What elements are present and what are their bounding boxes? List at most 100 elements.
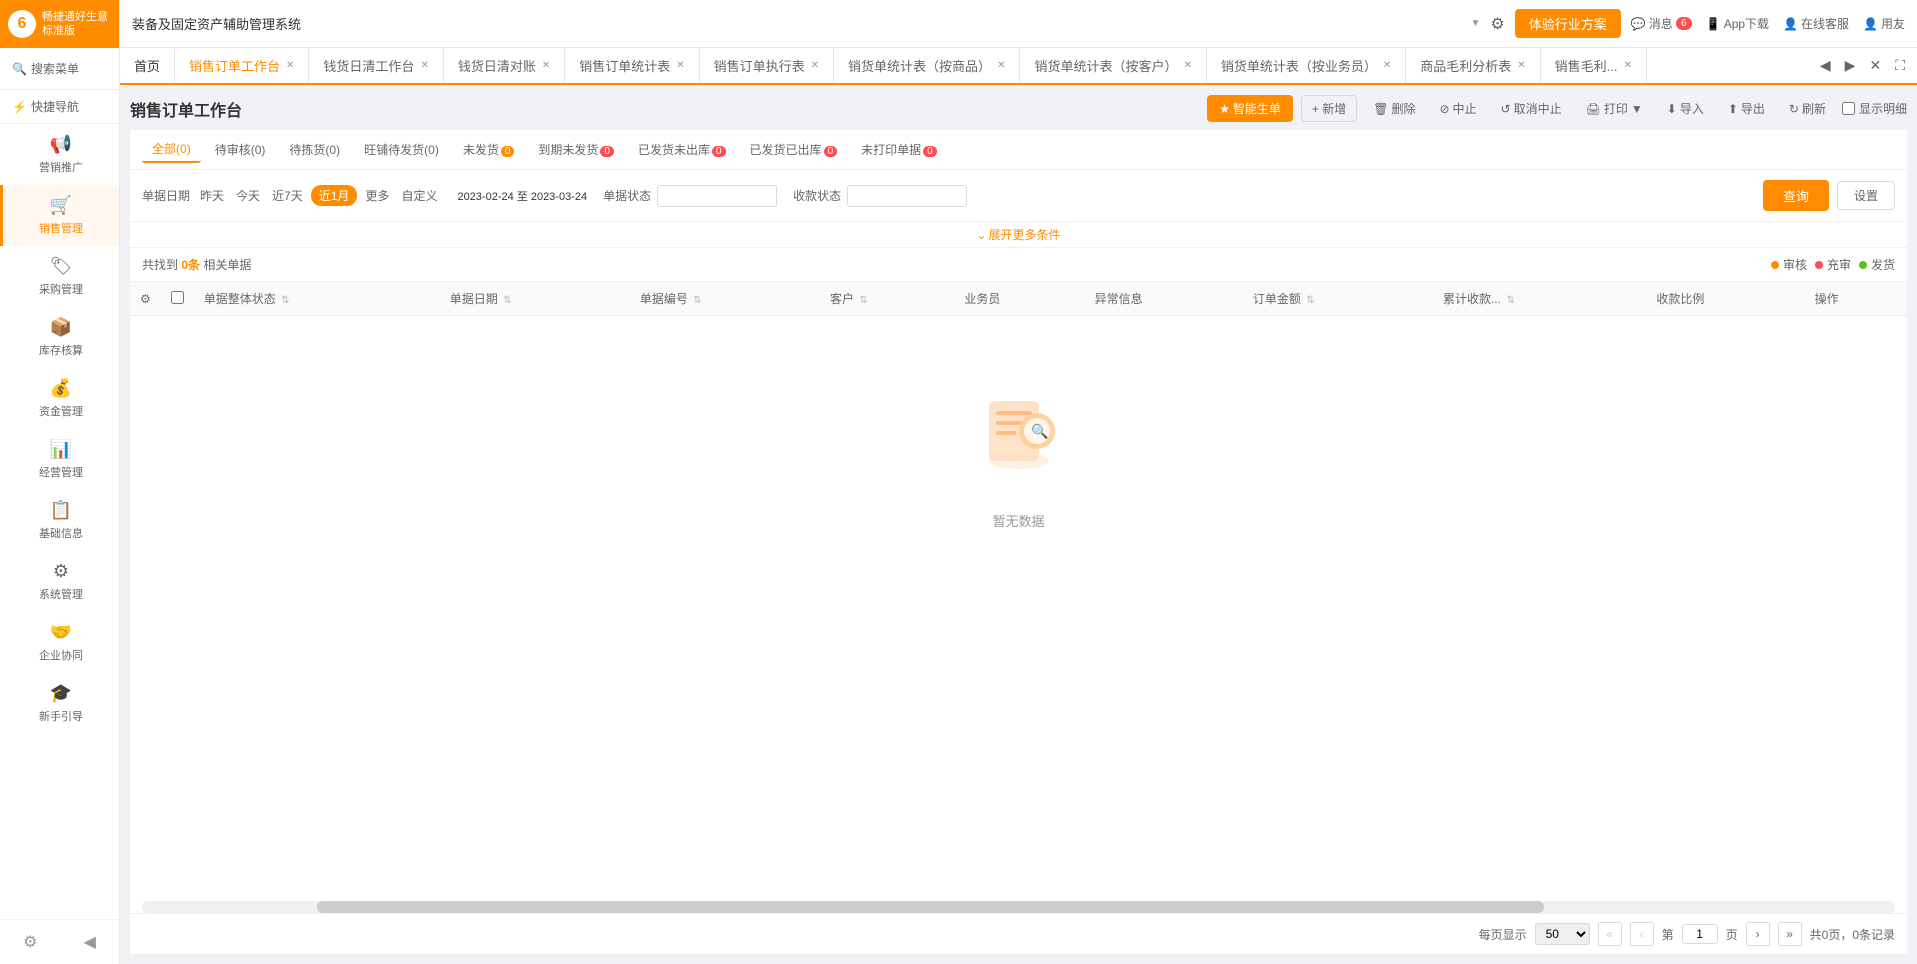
tab-scroll-right-button[interactable]: ▶: [1839, 53, 1862, 78]
sort-customer[interactable]: ⇅: [859, 295, 867, 306]
system-dropdown-icon[interactable]: ▼: [1471, 18, 1481, 29]
checkbox-all-header[interactable]: [161, 282, 194, 316]
export-button[interactable]: ⬆ 导出: [1720, 96, 1773, 121]
filter-tab-expired-not-shipped[interactable]: 到期未发货0: [528, 137, 624, 162]
tab-close-sales-workbench[interactable]: ✕: [286, 60, 294, 71]
tab-home[interactable]: 首页: [120, 48, 175, 83]
filter-tab-all[interactable]: 全部(0): [142, 136, 201, 163]
tab-sales-customer[interactable]: 销货单统计表（按客户） ✕: [1020, 48, 1206, 83]
sidebar-item-operations[interactable]: 📊 经营管理: [0, 429, 119, 490]
per-page-select[interactable]: 50 10 20 100: [1535, 923, 1590, 945]
tab-close-sales-stats[interactable]: ✕: [676, 60, 684, 71]
sidebar-item-basic-info[interactable]: 📋 基础信息: [0, 490, 119, 551]
horizontal-scrollbar[interactable]: [142, 901, 1895, 913]
online-service-button[interactable]: 👤 在线客服: [1783, 15, 1849, 32]
sidebar-settings-button[interactable]: ⚙: [15, 928, 45, 956]
date-custom[interactable]: 自定义: [397, 185, 441, 206]
sidebar-item-system[interactable]: ⚙ 系统管理: [0, 551, 119, 612]
scroll-thumb[interactable]: [317, 901, 1544, 913]
tab-close-all-button[interactable]: ✕: [1863, 53, 1887, 78]
tab-close-sales-staff[interactable]: ✕: [1383, 60, 1391, 71]
tab-close-sales-product[interactable]: ✕: [997, 60, 1005, 71]
sidebar-item-inventory[interactable]: 📦 库存核算: [0, 307, 119, 368]
app-download-button[interactable]: 📱 App下载: [1706, 15, 1769, 32]
new-order-button[interactable]: + 新增: [1301, 95, 1357, 122]
show-detail-checkbox[interactable]: [1842, 102, 1855, 115]
filter-tab-pending-inspect[interactable]: 待拣货(0): [279, 137, 350, 162]
date-more[interactable]: 更多: [361, 185, 393, 206]
sidebar-item-sales[interactable]: 🛒 销售管理: [0, 185, 119, 246]
sort-status[interactable]: ⇅: [281, 295, 289, 306]
first-page-button[interactable]: «: [1598, 922, 1622, 946]
import-icon: ⬇: [1667, 102, 1677, 116]
select-all-checkbox[interactable]: [171, 291, 184, 304]
date-yesterday[interactable]: 昨天: [196, 185, 228, 206]
tab-close-cash-reconcile[interactable]: ✕: [542, 60, 550, 71]
tab-close-sales-exec[interactable]: ✕: [811, 60, 819, 71]
last-page-button[interactable]: »: [1778, 922, 1802, 946]
import-button[interactable]: ⬇ 导入: [1659, 96, 1712, 121]
tab-bar: 首页 销售订单工作台 ✕ 钱货日清工作台 ✕ 钱货日清对账 ✕ 销售订单统计表 …: [120, 48, 1917, 85]
filter-tab-shipped-out[interactable]: 已发货已出库0: [740, 137, 848, 162]
smart-create-button[interactable]: ★ 智能生单: [1207, 95, 1293, 122]
tab-gross-analysis[interactable]: 商品毛利分析表 ✕: [1406, 48, 1540, 83]
tab-sales-workbench[interactable]: 销售订单工作台 ✕: [175, 48, 309, 85]
settings-button[interactable]: 设置: [1837, 181, 1895, 210]
ship-quick-button[interactable]: 发货: [1859, 256, 1895, 273]
show-detail-label[interactable]: 显示明细: [1842, 100, 1907, 117]
sort-number[interactable]: ⇅: [693, 295, 701, 306]
filter-tab-shipped-not-out[interactable]: 已发货未出库0: [628, 137, 736, 162]
next-page-button[interactable]: ›: [1746, 922, 1770, 946]
payment-select[interactable]: [847, 185, 967, 207]
column-settings[interactable]: ⚙: [130, 282, 161, 316]
sidebar-item-guide[interactable]: 🎓 新手引导: [0, 673, 119, 734]
date-today[interactable]: 今天: [232, 185, 264, 206]
filter-tab-not-printed[interactable]: 未打印单据0: [851, 137, 947, 162]
cancel-stop-button[interactable]: ↺ 取消中止: [1493, 96, 1570, 121]
sidebar-item-finance[interactable]: 💰 资金管理: [0, 368, 119, 429]
delete-button[interactable]: 🗑 删除: [1365, 96, 1423, 121]
sidebar-item-marketing[interactable]: 📢 营销推广: [0, 124, 119, 185]
tab-fullscreen-button[interactable]: ⛶: [1889, 53, 1911, 78]
print-button[interactable]: 🖨 打印 ▼: [1578, 96, 1651, 121]
sort-date[interactable]: ⇅: [503, 295, 511, 306]
cancel-audit-quick-button[interactable]: 充审: [1815, 256, 1851, 273]
tab-sales-stats[interactable]: 销售订单统计表 ✕: [565, 48, 699, 83]
filter-tab-wangpu[interactable]: 旺铺待发货(0): [354, 137, 449, 162]
tab-scroll-left-button[interactable]: ◀: [1814, 53, 1837, 78]
date-7days[interactable]: 近7天: [268, 185, 307, 206]
filter-tab-pending-review[interactable]: 待审核(0): [205, 137, 276, 162]
status-select[interactable]: [657, 185, 777, 207]
audit-quick-button[interactable]: 审核: [1771, 256, 1807, 273]
sort-amount[interactable]: ⇅: [1306, 295, 1314, 306]
top-header: 装备及固定资产辅助管理系统 ▼ ⚙ 体验行业方案 💬 消息 6 📱 App下载 …: [120, 0, 1917, 48]
user-menu-button[interactable]: 👤 用友: [1863, 15, 1905, 32]
tab-sales-staff[interactable]: 销货单统计表（按业务员） ✕: [1207, 48, 1406, 83]
filter-tab-not-shipped[interactable]: 未发货0: [453, 137, 525, 162]
expand-more-conditions-button[interactable]: ⌄ 展开更多条件: [976, 226, 1060, 243]
tab-sales-exec[interactable]: 销售订单执行表 ✕: [700, 48, 834, 83]
tab-close-sales-customer[interactable]: ✕: [1183, 60, 1191, 71]
query-button[interactable]: 查询: [1763, 180, 1829, 211]
search-menu-button[interactable]: 🔍 搜索菜单: [6, 56, 113, 81]
quick-nav-button[interactable]: ⚡ 快捷导航: [6, 94, 113, 119]
sort-collected[interactable]: ⇅: [1506, 295, 1514, 306]
tab-sales-product[interactable]: 销货单统计表（按商品） ✕: [834, 48, 1020, 83]
stop-button[interactable]: ⊘ 中止: [1431, 96, 1484, 121]
prev-page-button[interactable]: ‹: [1630, 922, 1654, 946]
tab-cash-reconcile[interactable]: 钱货日清对账 ✕: [444, 48, 565, 83]
refresh-button[interactable]: ↻ 刷新: [1781, 96, 1834, 121]
message-button[interactable]: 💬 消息 6: [1631, 15, 1692, 32]
tab-cash-daily[interactable]: 钱货日清工作台 ✕: [309, 48, 443, 83]
page-number-input[interactable]: [1682, 924, 1718, 944]
header-gear-button[interactable]: ⚙: [1490, 14, 1504, 34]
date-1month[interactable]: 近1月: [311, 185, 358, 206]
sidebar-collapse-button[interactable]: ◀: [76, 928, 104, 956]
tab-close-sales-extra[interactable]: ✕: [1624, 60, 1632, 71]
sidebar-item-enterprise[interactable]: 🤝 企业协同: [0, 612, 119, 673]
tab-sales-extra[interactable]: 销售毛利... ✕: [1541, 48, 1647, 83]
tab-close-gross-analysis[interactable]: ✕: [1517, 60, 1525, 71]
sidebar-item-purchase[interactable]: 🏷 采购管理: [0, 246, 119, 307]
tab-close-cash-daily[interactable]: ✕: [420, 60, 428, 71]
industry-solution-button[interactable]: 体验行业方案: [1515, 9, 1621, 38]
